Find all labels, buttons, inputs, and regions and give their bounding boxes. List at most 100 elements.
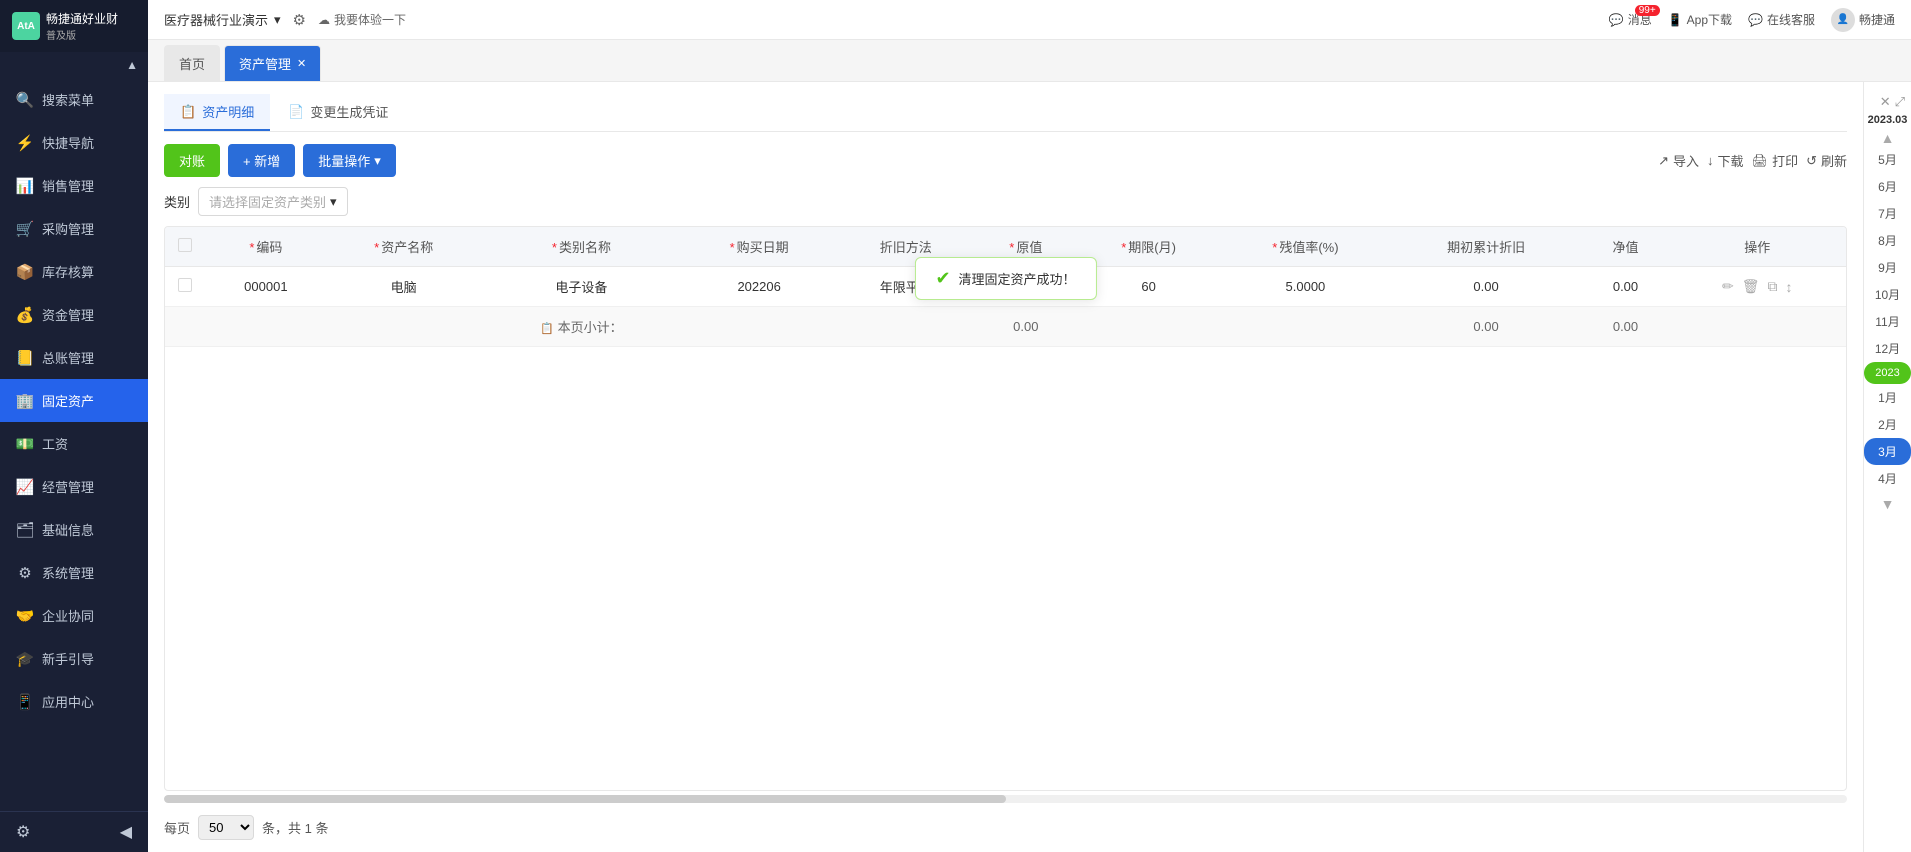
download-button[interactable]: ↓ 下载 [1707, 151, 1744, 170]
toolbar-right: ↗ 导入 ↓ 下载 🖨 打印 ↺ 刷新 [1658, 151, 1847, 170]
delete-icon[interactable]: 🗑 [1742, 278, 1760, 295]
sidebar-label-newbie: 新手引导 [42, 649, 94, 668]
category-filter-label: 类别 [164, 192, 190, 211]
subtab-voucher-icon: 📄 [288, 104, 304, 120]
per-page-select[interactable]: 50 10 20 100 [198, 815, 254, 840]
subtab-assetdetail[interactable]: 📋 资产明细 [164, 94, 270, 131]
month-5[interactable]: 5月 [1864, 146, 1911, 173]
category-chevron-icon: ▾ [330, 194, 337, 210]
tab-assetmanage[interactable]: 资产管理 ✕ [224, 45, 321, 81]
sidebar-item-search[interactable]: 🔍 搜索菜单 [0, 78, 148, 121]
panel-scroll-up[interactable]: ▲ [1881, 130, 1895, 146]
export-button[interactable]: ↗ 导入 [1658, 151, 1699, 170]
row-checkbox[interactable] [178, 278, 192, 292]
sidebar-item-sysmanage[interactable]: ⚙ 系统管理 [0, 551, 148, 594]
online-service-button[interactable]: 💬 在线客服 [1748, 11, 1815, 28]
download-icon: ↓ [1707, 153, 1714, 168]
edit-icon[interactable]: ✏ [1722, 278, 1734, 295]
month-2[interactable]: 2月 [1864, 411, 1911, 438]
more-icon[interactable]: ↕ [1786, 279, 1793, 295]
month-4[interactable]: 4月 [1864, 465, 1911, 492]
sidebar-item-appcenter[interactable]: 📱 应用中心 [0, 680, 148, 723]
month-list: 5月 6月 7月 8月 9月 10月 11月 12月 2023 1月 2月 3月… [1864, 146, 1911, 492]
app-download-button[interactable]: 📱 App下载 [1668, 11, 1732, 28]
search-icon: 🔍 [16, 91, 34, 109]
sidebar-label-enterprise: 企业协同 [42, 606, 94, 625]
subtotal-accumulated: 0.00 [1390, 307, 1583, 347]
sidebar-item-fixedassets[interactable]: 🏢 固定资产 [0, 379, 148, 422]
tab-home-label: 首页 [179, 54, 205, 73]
sidebar-scroll-up[interactable]: ▲ [124, 56, 140, 74]
panel-scroll-down[interactable]: ▼ [1881, 496, 1895, 512]
horizontal-scrollbar[interactable] [164, 795, 1847, 803]
subtab-voucher-label: 变更生成凭证 [310, 102, 388, 121]
month-1[interactable]: 1月 [1864, 384, 1911, 411]
settings-footer-icon[interactable]: ⚙ [16, 822, 30, 842]
right-panel-controls: ✕ ⤢ [1864, 90, 1911, 110]
funds-icon: 💰 [16, 306, 34, 324]
sidebar-item-inventory[interactable]: 📦 库存核算 [0, 250, 148, 293]
tab-home[interactable]: 首页 [164, 45, 220, 81]
subtab-vouchergen[interactable]: 📄 变更生成凭证 [272, 94, 404, 131]
company-selector[interactable]: 医疗器械行业演示 ▾ [164, 10, 281, 29]
sidebar-label-sales: 销售管理 [42, 176, 94, 195]
topbar-gear-icon[interactable]: ⚙ [293, 11, 306, 29]
sidebar-label-purchase: 采购管理 [42, 219, 94, 238]
hscroll-thumb[interactable] [164, 795, 1006, 803]
month-11[interactable]: 11月 [1864, 308, 1911, 335]
sidebar-item-sales[interactable]: 📊 销售管理 [0, 164, 148, 207]
app-download-label: App下载 [1687, 11, 1732, 28]
collapse-sidebar-icon[interactable]: ◀ [120, 822, 132, 842]
panel-expand-icon[interactable]: ⤢ [1895, 94, 1905, 110]
month-10[interactable]: 10月 [1864, 281, 1911, 308]
sidebar-label-ledger: 总账管理 [42, 348, 94, 367]
sidebar-item-funds[interactable]: 💰 资金管理 [0, 293, 148, 336]
td-actions: ✏ 🗑 ⧉ ↕ [1669, 267, 1846, 307]
operations-icon: 📈 [16, 478, 34, 496]
tab-close-icon[interactable]: ✕ [297, 57, 306, 70]
refresh-button[interactable]: ↺ 刷新 [1806, 151, 1847, 170]
sidebar-item-quicknav[interactable]: ⚡ 快捷导航 [0, 121, 148, 164]
ledger-icon: 📒 [16, 349, 34, 367]
copy-icon[interactable]: ⧉ [1768, 278, 1778, 295]
month-3[interactable]: 3月 [1864, 438, 1911, 465]
select-all-checkbox[interactable] [178, 238, 192, 252]
sidebar-item-newbie[interactable]: 🎓 新手引导 [0, 637, 148, 680]
sidebar-item-payroll[interactable]: 💵 工资 [0, 422, 148, 465]
sidebar-item-purchase[interactable]: 🛒 采购管理 [0, 207, 148, 250]
sidebar-item-operations[interactable]: 📈 经营管理 [0, 465, 148, 508]
month-12[interactable]: 12月 [1864, 335, 1911, 362]
td-residual-rate: 5.0000 [1221, 267, 1390, 307]
success-toast: ✔ 清理固定资产成功！ [914, 257, 1096, 300]
category-select[interactable]: 请选择固定资产类别 ▾ [198, 187, 348, 216]
batch-button[interactable]: 批量操作 ▾ [303, 144, 396, 177]
main-content: 📋 资产明细 📄 变更生成凭证 对账 + 新增 批量操作 ▾ [148, 82, 1863, 852]
cloud-icon: ☁ [318, 13, 330, 27]
panel-close-icon[interactable]: ✕ [1880, 94, 1891, 110]
print-icon: 🖨 [1752, 153, 1769, 169]
sidebar-item-ledger[interactable]: 📒 总账管理 [0, 336, 148, 379]
sidebar-item-enterprise[interactable]: 🤝 企业协同 [0, 594, 148, 637]
message-button[interactable]: 💬 消息 99+ [1609, 11, 1652, 28]
subtotal-icon: 📋 [540, 323, 554, 335]
month-8[interactable]: 8月 [1864, 227, 1911, 254]
subtab-detail-label: 资产明细 [202, 102, 254, 121]
new-button[interactable]: + 新增 [228, 144, 295, 177]
th-name: *资产名称 [327, 227, 481, 267]
reconcile-button[interactable]: 对账 [164, 144, 220, 177]
month-6[interactable]: 6月 [1864, 173, 1911, 200]
sidebar-item-basicinfo[interactable]: 🗂 基础信息 [0, 508, 148, 551]
user-menu[interactable]: 👤 畅捷通 [1831, 8, 1895, 32]
sidebar-label-basicinfo: 基础信息 [42, 520, 94, 539]
subtab-bar: 📋 资产明细 📄 变更生成凭证 [164, 94, 1847, 132]
sidebar-label-sysmanage: 系统管理 [42, 563, 94, 582]
td-name: 电脑 [327, 267, 481, 307]
newbie-icon: 🎓 [16, 650, 34, 668]
print-button[interactable]: 🖨 打印 [1752, 151, 1799, 170]
experience-link[interactable]: ☁ 我要体验一下 [318, 11, 406, 28]
month-7[interactable]: 7月 [1864, 200, 1911, 227]
th-checkbox [165, 227, 205, 267]
td-net-value: 0.00 [1582, 267, 1668, 307]
year-2023-marker[interactable]: 2023 [1864, 362, 1911, 384]
month-9[interactable]: 9月 [1864, 254, 1911, 281]
